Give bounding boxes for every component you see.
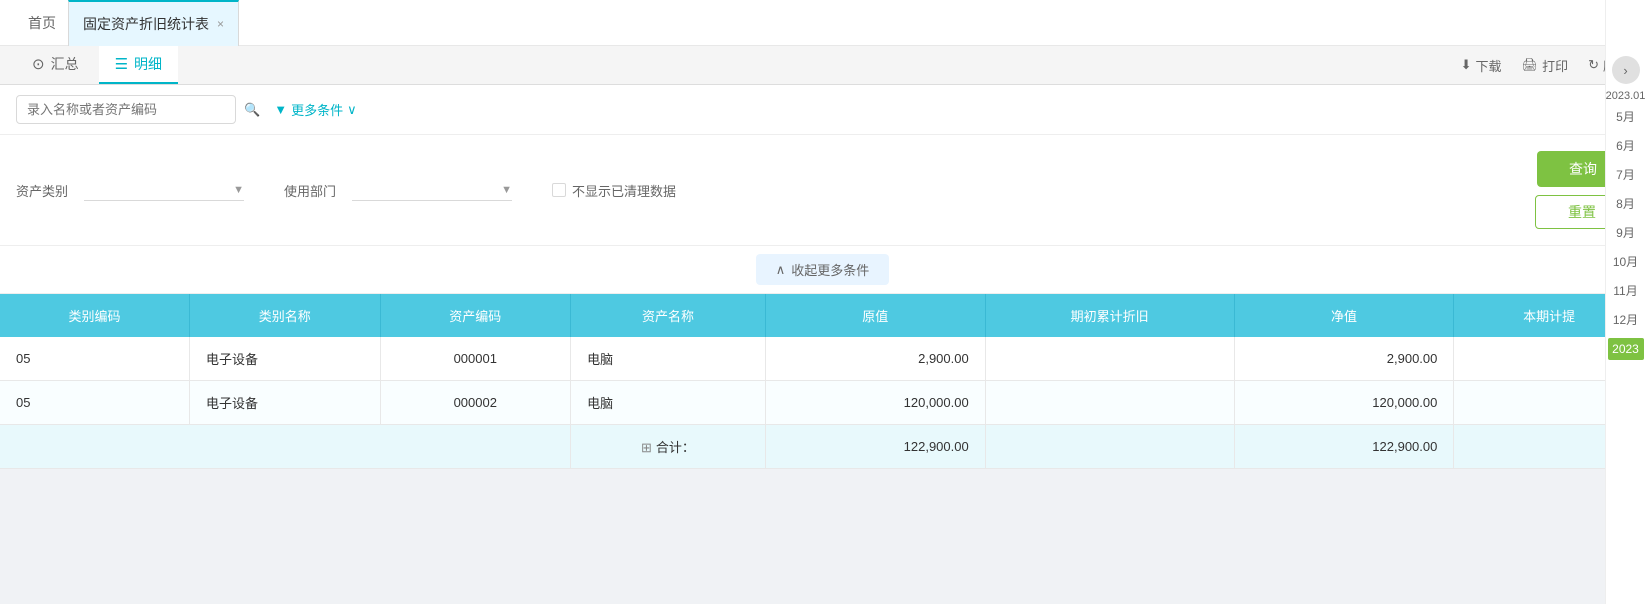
col-category-name: 类别名称 [189,294,380,337]
sidebar-month-item[interactable]: 11月 [1606,276,1645,305]
collapse-label: 收起更多条件 [791,260,869,279]
tab-detail[interactable]: ☰ 明细 [99,46,178,84]
print-label: 打印 [1542,56,1568,75]
tab-close-icon[interactable]: × [217,17,224,31]
use-department-select[interactable]: ▼ [352,180,512,201]
total-label: ⊞合计： [571,425,766,469]
print-icon: 🖨 [1522,57,1539,73]
chevron-down-icon: ∨ [347,102,357,118]
more-conditions-button[interactable]: ▼ 更多条件 ∨ [274,100,356,119]
refresh-icon: ↻ [1588,57,1599,73]
filter-bar: 🔍 ▼ 更多条件 ∨ [0,85,1645,135]
asset-category-label: 资产类别 [16,181,76,200]
col-accumulated-depreciation: 期初累计折旧 [985,294,1234,337]
asset-category-group: 资产类别 ▼ [16,180,244,201]
asset-category-select[interactable]: ▼ [84,180,244,201]
download-icon: ⬇ [1461,57,1472,73]
total-accumulated-depreciation [985,425,1234,469]
sidebar-month-item[interactable]: 5月 [1606,102,1645,131]
cell-category-name: 电子设备 [189,337,380,381]
cell-asset-code: 000001 [380,337,571,381]
search-icon[interactable]: 🔍 [244,102,260,118]
table-row: 05 电子设备 000001 电脑 2,900.00 2,900.00 [0,337,1645,381]
sidebar-month-item[interactable]: 10月 [1606,247,1645,276]
filter-icon: ▼ [274,102,287,117]
cell-accumulated-depreciation [985,381,1234,425]
sidebar-month-item[interactable]: 12月 [1606,305,1645,334]
download-button[interactable]: ⬇ 下载 [1461,56,1502,75]
table-total-row: ⊞合计： 122,900.00 122,900.00 [0,425,1645,469]
total-original-value: 122,900.00 [765,425,985,469]
total-net-value: 122,900.00 [1234,425,1454,469]
home-nav[interactable]: 首页 [16,0,68,46]
cell-net-value: 2,900.00 [1234,337,1454,381]
cell-net-value: 120,000.00 [1234,381,1454,425]
col-net-value: 净值 [1234,294,1454,337]
cell-asset-name: 电脑 [571,381,766,425]
cell-original-value: 120,000.00 [765,381,985,425]
tab-detail-label: 明细 [134,54,162,74]
search-input[interactable] [16,95,236,124]
sidebar-month-item[interactable]: 6月 [1606,131,1645,160]
active-tab[interactable]: 固定资产折旧统计表 × [68,0,239,46]
cell-category-code: 05 [0,337,189,381]
col-asset-name: 资产名称 [571,294,766,337]
sidebar-month-item[interactable]: 9月 [1606,218,1645,247]
table-row: 05 电子设备 000002 电脑 120,000.00 120,000.00 [0,381,1645,425]
sidebar-expand-arrow[interactable]: › [1612,56,1640,84]
cell-asset-name: 电脑 [571,337,766,381]
collapse-icon: ∧ [776,262,786,278]
hide-cleared-checkbox[interactable] [552,183,566,197]
col-original-value: 原值 [765,294,985,337]
right-sidebar: › 2023.01 5月6月7月8月9月10月11月12月 2023 [1605,0,1645,604]
more-conditions-label: 更多条件 [291,100,343,119]
use-department-arrow-icon: ▼ [501,184,512,196]
data-table: 类别编码 类别名称 资产编码 资产名称 原值 期初累计折旧 净值 本期计提 05… [0,294,1645,469]
cell-category-code: 05 [0,381,189,425]
cell-asset-code: 000002 [380,381,571,425]
download-label: 下载 [1476,56,1502,75]
col-asset-code: 资产编码 [380,294,571,337]
table-header-row: 类别编码 类别名称 资产编码 资产名称 原值 期初累计折旧 净值 本期计提 [0,294,1645,337]
use-department-group: 使用部门 ▼ [284,180,512,201]
col-category-code: 类别编码 [0,294,189,337]
summary-icon: ⊙ [32,55,45,73]
advanced-filter-panel: 资产类别 ▼ 使用部门 ▼ 不显示已清理数据 查询 重置 [0,135,1645,246]
sidebar-month-item[interactable]: 8月 [1606,189,1645,218]
tab-title: 固定资产折旧统计表 [83,14,209,34]
tab-summary-label: 汇总 [51,54,79,74]
cell-original-value: 2,900.00 [765,337,985,381]
collapse-bar: ∧ 收起更多条件 [0,246,1645,294]
detail-icon: ☰ [115,55,128,73]
hide-cleared-group: 不显示已清理数据 [552,181,676,200]
use-department-label: 使用部门 [284,181,344,200]
data-table-container: 类别编码 类别名称 资产编码 资产名称 原值 期初累计折旧 净值 本期计提 05… [0,294,1645,469]
cell-category-name: 电子设备 [189,381,380,425]
sidebar-month-item[interactable]: 7月 [1606,160,1645,189]
hide-cleared-label: 不显示已清理数据 [572,181,676,200]
print-button[interactable]: 🖨 打印 [1522,56,1569,75]
sidebar-date: 2023.01 [1606,90,1645,102]
total-icon: ⊞ [641,440,652,455]
tab-summary[interactable]: ⊙ 汇总 [16,46,95,84]
asset-category-arrow-icon: ▼ [233,184,244,196]
cell-accumulated-depreciation [985,337,1234,381]
sidebar-year: 2023 [1608,338,1644,360]
total-label-cell [0,425,571,469]
collapse-button[interactable]: ∧ 收起更多条件 [756,254,890,285]
